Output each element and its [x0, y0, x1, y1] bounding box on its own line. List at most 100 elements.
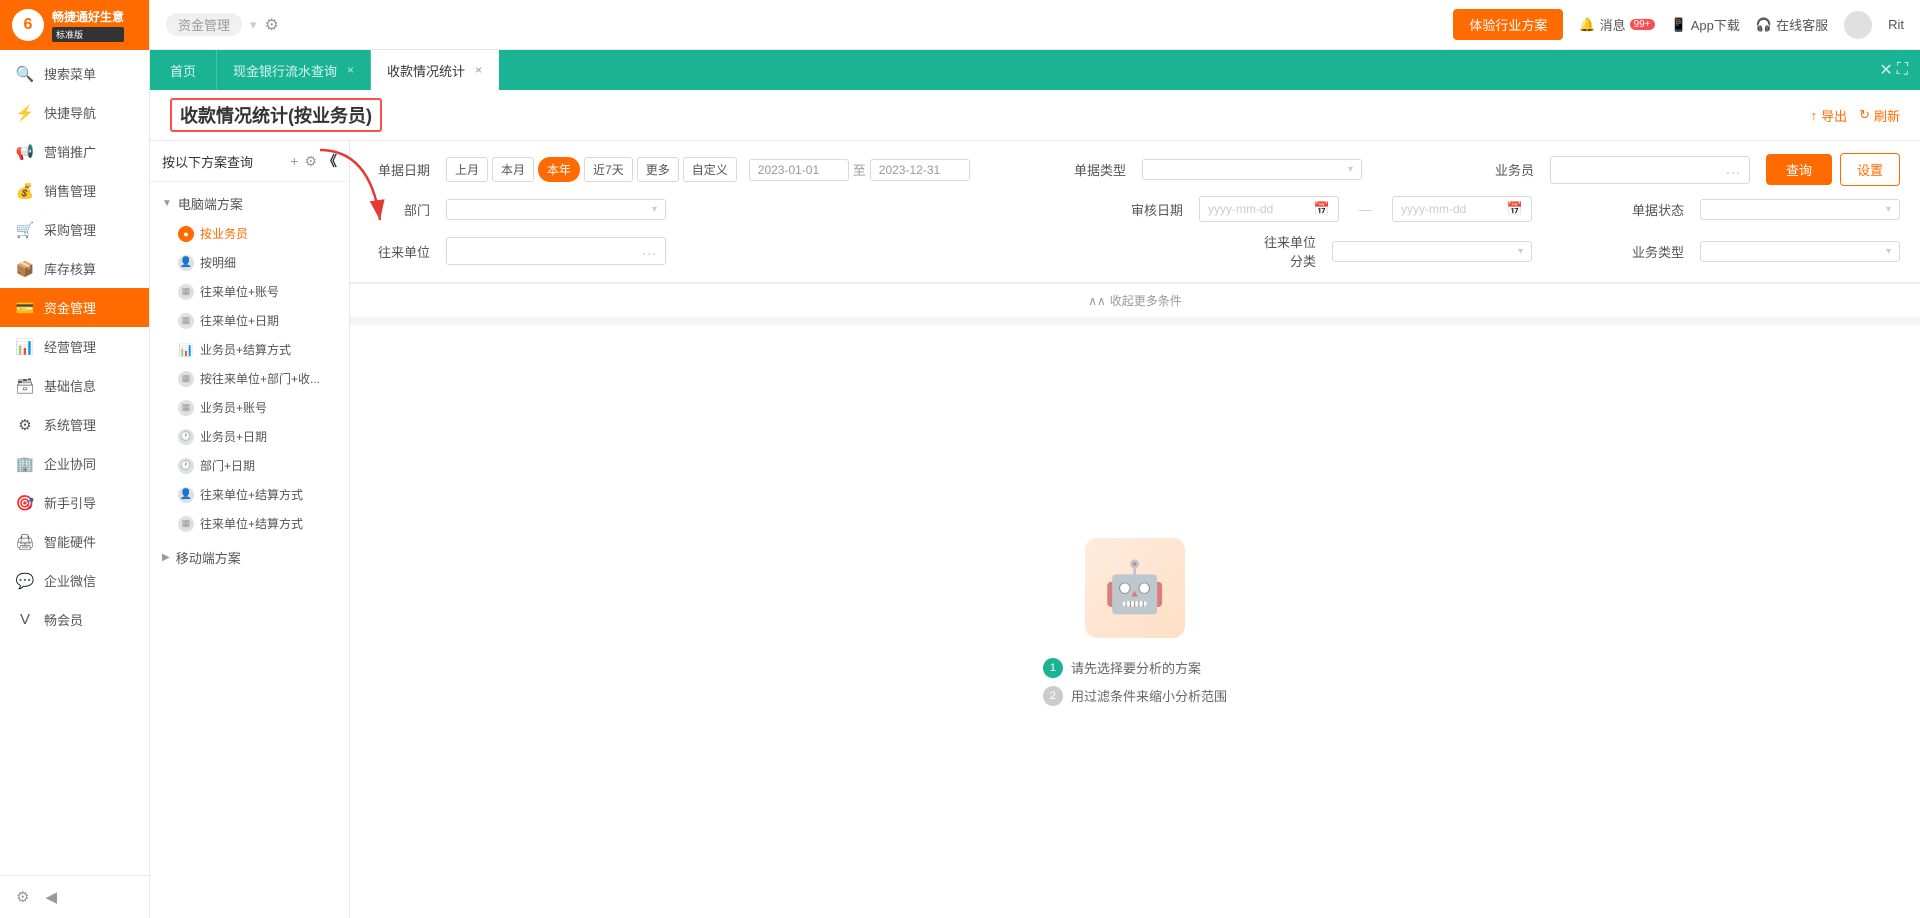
- date-btn-last-month[interactable]: 上月: [446, 157, 488, 182]
- partner-type-label: 往来单位分类: [1256, 232, 1316, 270]
- sidebar-item-purchase[interactable]: 🛒 采购管理: [0, 210, 149, 249]
- wechat-icon: 💬: [16, 572, 34, 590]
- hint-text-2: 用过滤条件来缩小分析范围: [1071, 686, 1227, 705]
- salesperson-input[interactable]: …: [1550, 156, 1750, 184]
- tree-group-mobile-header[interactable]: ▶ 移动端方案: [150, 542, 349, 573]
- refresh-button[interactable]: ↻ 刷新: [1859, 106, 1900, 125]
- collection-stats-tab-close[interactable]: ×: [475, 63, 482, 77]
- review-date-to[interactable]: yyyy-mm-dd 📅: [1392, 196, 1532, 222]
- hint-number-1: 1: [1043, 658, 1063, 678]
- logo-icon: 6: [12, 9, 44, 41]
- gear-button[interactable]: ⚙: [265, 15, 279, 35]
- notification-btn[interactable]: 🔔 消息 99+: [1579, 15, 1654, 34]
- sidebar-item-basic[interactable]: 🗃 基础信息: [0, 366, 149, 405]
- tree-item-dept-date[interactable]: 🕐 部门+日期: [150, 451, 349, 480]
- sidebar-item-finance[interactable]: 💳 资金管理: [0, 288, 149, 327]
- sidebar-item-enterprise[interactable]: 🏢 企业协同: [0, 444, 149, 483]
- tree-item-salesperson[interactable]: ● 按业务员: [150, 219, 349, 248]
- partner-type-select[interactable]: ▾: [1332, 241, 1532, 262]
- sidebar-item-member[interactable]: V 畅会员: [0, 600, 149, 639]
- dept-date-icon: 🕐: [178, 458, 194, 474]
- doc-status-label: 单据状态: [1624, 200, 1684, 219]
- date-btn-this-year[interactable]: 本年: [538, 157, 580, 182]
- tree-item-partner-settlement1[interactable]: 👤 往来单位+结算方式: [150, 480, 349, 509]
- date-btn-this-month[interactable]: 本月: [492, 157, 534, 182]
- tab-home[interactable]: 首页: [150, 50, 217, 90]
- add-scheme-btn[interactable]: +: [290, 153, 298, 169]
- date-buttons-group: 上月 本月 本年 近7天 更多 自定义 至: [446, 157, 970, 182]
- user-avatar[interactable]: [1844, 11, 1872, 39]
- tab-collection-stats[interactable]: 收款情况统计 ×: [371, 50, 499, 90]
- tree-item-salesperson-settlement[interactable]: 📊 业务员+结算方式: [150, 335, 349, 364]
- sidebar-item-system[interactable]: ⚙ 系统管理: [0, 405, 149, 444]
- date-btn-7days[interactable]: 近7天: [584, 157, 633, 182]
- tab-bank-flow[interactable]: 现金银行流水查询 ×: [217, 50, 371, 90]
- date-to-input[interactable]: [870, 159, 970, 181]
- date-from-input[interactable]: [749, 159, 849, 181]
- tree-item-partner-date[interactable]: ▦ 往来单位+日期: [150, 306, 349, 335]
- calendar-icon-from[interactable]: 📅: [1314, 201, 1330, 217]
- tab-maximize-btn[interactable]: ⛶: [1897, 61, 1908, 79]
- bank-flow-tab-label: 现金银行流水查询: [233, 61, 337, 80]
- tab-bar: 首页 现金银行流水查询 × 收款情况统计 × ✕ ⛶: [150, 50, 1920, 90]
- tree-group-desktop-header[interactable]: ▼ 电脑端方案: [150, 188, 349, 219]
- tree-item-salesperson-date[interactable]: 🕐 业务员+日期: [150, 422, 349, 451]
- dept-arrow: ▾: [652, 204, 657, 215]
- filter-row-3: 往来单位 … 往来单位分类 ▾ 业务类型: [370, 232, 1900, 270]
- partner-more-btn[interactable]: …: [641, 242, 657, 260]
- settings-button[interactable]: 设置: [1840, 153, 1900, 186]
- settings-footer-btn[interactable]: ⚙: [16, 888, 29, 906]
- salesperson-label: 业务员: [1474, 160, 1534, 179]
- left-panel-header: 按以下方案查询 + ⚙ 《: [150, 141, 349, 182]
- review-date-from-text: yyyy-mm-dd: [1208, 202, 1310, 216]
- sidebar-item-hardware[interactable]: 🖨 智能硬件: [0, 522, 149, 561]
- collapse-sidebar-btn[interactable]: ◀︎: [45, 888, 57, 906]
- sidebar-item-guide[interactable]: 🎯 新手引导: [0, 483, 149, 522]
- app-download-btn[interactable]: 📱 App下载: [1671, 15, 1740, 34]
- collapse-arrow-icon: ∧∧: [1088, 294, 1106, 308]
- sidebar-item-marketing[interactable]: 📢 营销推广: [0, 132, 149, 171]
- sidebar-item-quick-nav[interactable]: ⚡ 快捷导航: [0, 93, 149, 132]
- tree-item-salesperson-account[interactable]: ▦ 业务员+账号: [150, 393, 349, 422]
- salesperson-more-btn[interactable]: …: [1725, 161, 1741, 179]
- salesperson-account-icon: ▦: [178, 400, 194, 416]
- sidebar-item-sales[interactable]: 💰 销售管理: [0, 171, 149, 210]
- date-btn-custom[interactable]: 自定义: [683, 157, 737, 182]
- export-icon: ↑: [1811, 108, 1818, 123]
- biz-type-select[interactable]: ▾: [1700, 241, 1900, 262]
- calendar-icon-to[interactable]: 📅: [1507, 201, 1523, 217]
- trial-button[interactable]: 体验行业方案: [1453, 9, 1563, 40]
- query-button[interactable]: 查询: [1766, 154, 1832, 185]
- tree-item-partner-settlement2[interactable]: ▦ 往来单位+结算方式: [150, 509, 349, 538]
- partner-input[interactable]: …: [446, 237, 666, 265]
- doc-type-select[interactable]: ▾: [1142, 159, 1362, 180]
- salesperson-date-icon: 🕐: [178, 429, 194, 445]
- review-date-from[interactable]: yyyy-mm-dd 📅: [1199, 196, 1339, 222]
- sidebar-footer: ⚙ ◀︎: [0, 875, 149, 918]
- breadcrumb: 资金管理: [166, 13, 242, 36]
- collapse-panel-btn[interactable]: 《: [323, 151, 337, 171]
- collapse-bar[interactable]: ∧∧ 收起更多条件: [350, 283, 1920, 317]
- sidebar-item-wechat[interactable]: 💬 企业微信: [0, 561, 149, 600]
- sidebar-item-operation[interactable]: 📊 经营管理: [0, 327, 149, 366]
- sidebar-item-inventory[interactable]: 📦 库存核算: [0, 249, 149, 288]
- doc-status-select[interactable]: ▾: [1700, 199, 1900, 220]
- biz-type-arrow: ▾: [1886, 246, 1891, 257]
- tree-group-mobile-label: 移动端方案: [176, 548, 241, 567]
- tab-close-window-btn[interactable]: ✕: [1879, 60, 1892, 80]
- bar-icon: 📊: [178, 342, 194, 358]
- online-service-btn[interactable]: 🎧 在线客服: [1756, 15, 1828, 34]
- refresh-icon: ↻: [1859, 107, 1870, 123]
- tree-item-partner-account[interactable]: ▦ 往来单位+账号: [150, 277, 349, 306]
- sidebar-item-search[interactable]: 🔍 搜索菜单: [0, 54, 149, 93]
- export-button[interactable]: ↑ 导出: [1811, 106, 1848, 125]
- empty-hint-1: 1 请先选择要分析的方案: [1043, 658, 1227, 678]
- tree-item-partner-dept[interactable]: ▦ 按往来单位+部门+收...: [150, 364, 349, 393]
- review-date-sep: —: [1355, 202, 1376, 217]
- logo-badge: 标准版: [52, 27, 124, 42]
- bank-flow-tab-close[interactable]: ×: [347, 63, 354, 77]
- tree-item-detail[interactable]: 👤 按明细: [150, 248, 349, 277]
- dept-select[interactable]: ▾: [446, 199, 666, 220]
- date-btn-more[interactable]: 更多: [637, 157, 679, 182]
- scheme-settings-btn[interactable]: ⚙: [304, 153, 317, 170]
